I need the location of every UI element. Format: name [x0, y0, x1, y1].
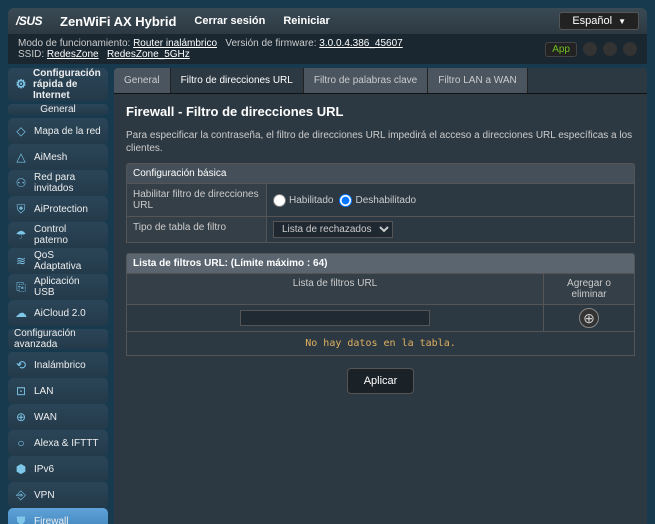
brand-logo: /SUS: [16, 14, 42, 28]
nav-icon: ☁: [14, 306, 28, 320]
nav-icon: ○: [14, 436, 28, 450]
status-icon[interactable]: [603, 42, 617, 56]
enable-radio[interactable]: Habilitado: [273, 194, 333, 207]
url-input[interactable]: [240, 310, 430, 326]
sidebar-item-vpn[interactable]: ⎆ VPN: [8, 482, 108, 508]
sidebar-item-qos-adaptativa[interactable]: ≋ QoS Adaptativa: [8, 248, 108, 274]
enable-filter-label: Habilitar filtro de direcciones URL: [127, 184, 267, 216]
ssid-link-2[interactable]: RedesZone_5GHz: [107, 49, 190, 60]
firmware-label: Versión de firmware:: [225, 38, 316, 49]
tab-general[interactable]: General: [114, 68, 171, 93]
sidebar-item-aplicaci-n-usb[interactable]: ⎘ Aplicación USB: [8, 274, 108, 300]
sidebar-item-red-para-invitados[interactable]: ⚇ Red para invitados: [8, 170, 108, 196]
ssid-label: SSID:: [18, 49, 44, 60]
page-title: Firewall - Filtro de direcciones URL: [126, 104, 635, 119]
nav-icon: ⟲: [14, 358, 28, 372]
sidebar-item-ipv6[interactable]: ⬢ IPv6: [8, 456, 108, 482]
top-bar: /SUS ZenWiFi AX Hybrid Cerrar sesión Rei…: [8, 8, 647, 34]
sidebar-item-lan[interactable]: ⊡ LAN: [8, 378, 108, 404]
sidebar-item-label: VPN: [34, 490, 55, 501]
sidebar-item-mapa-de-la-red[interactable]: ◇ Mapa de la red: [8, 118, 108, 144]
app-button[interactable]: App: [545, 42, 577, 57]
tab-bar: GeneralFiltro de direcciones URLFiltro d…: [114, 68, 647, 94]
language-selector[interactable]: Español ▼: [559, 12, 639, 30]
page-description: Para especificar la contraseña, el filtr…: [126, 129, 635, 155]
sidebar-section-advanced: Configuración avanzada: [8, 329, 108, 349]
nav-icon: ⬢: [14, 462, 28, 476]
basic-config-header: Configuración básica: [126, 163, 635, 184]
sidebar: ⚙ Configuración rápida de Internet Gener…: [8, 68, 108, 524]
chevron-down-icon: ▼: [618, 17, 626, 26]
sidebar-item-label: Firewall: [34, 516, 68, 524]
table-type-label: Tipo de tabla de filtro: [127, 217, 267, 242]
model-name: ZenWiFi AX Hybrid: [60, 14, 176, 29]
sidebar-item-firewall[interactable]: ⛊ Firewall: [8, 508, 108, 524]
sidebar-item-label: WAN: [34, 412, 57, 423]
nav-icon: ≋: [14, 254, 28, 268]
tab-filtro-lan-a-wan[interactable]: Filtro LAN a WAN: [428, 68, 528, 93]
sidebar-item-label: AiMesh: [34, 152, 67, 163]
disable-radio[interactable]: Deshabilitado: [339, 194, 416, 207]
status-icon[interactable]: [623, 42, 637, 56]
mode-label: Modo de funcionamiento:: [18, 38, 130, 49]
info-bar: Modo de funcionamiento: Router inalámbri…: [8, 34, 647, 64]
sidebar-item-aimesh[interactable]: △ AiMesh: [8, 144, 108, 170]
sidebar-item-label: Inalámbrico: [34, 360, 86, 371]
table-type-select[interactable]: Lista de rechazados: [273, 221, 393, 238]
sidebar-item-label: IPv6: [34, 464, 54, 475]
nav-icon: ⚇: [14, 176, 28, 190]
nav-icon: ⎆: [14, 488, 28, 502]
empty-message: No hay datos en la tabla.: [126, 332, 635, 356]
sidebar-item-label: Aplicación USB: [34, 276, 102, 298]
sidebar-item-label: Mapa de la red: [34, 126, 101, 137]
nav-icon: ☂: [14, 228, 28, 242]
sidebar-item-aiprotection[interactable]: ⛨ AiProtection: [8, 196, 108, 222]
column-url: Lista de filtros URL: [127, 274, 544, 304]
nav-icon: ◇: [14, 124, 28, 138]
nav-icon: ⛊: [14, 514, 28, 524]
sidebar-item-label: Red para invitados: [34, 172, 102, 194]
sidebar-item-alexa-ifttt[interactable]: ○ Alexa & IFTTT: [8, 430, 108, 456]
sidebar-item-label: Control paterno: [34, 224, 102, 246]
nav-icon: ⊡: [14, 384, 28, 398]
sidebar-item-label: QoS Adaptativa: [34, 250, 102, 272]
sidebar-item-aicloud-2-0[interactable]: ☁ AiCloud 2.0: [8, 300, 108, 326]
apply-button[interactable]: Aplicar: [347, 368, 415, 394]
sidebar-quick-setup[interactable]: ⚙ Configuración rápida de Internet: [8, 68, 108, 101]
url-list-header: Lista de filtros URL: (Límite máximo : 6…: [126, 253, 635, 274]
reboot-button[interactable]: Reiniciar: [283, 15, 329, 27]
language-label: Español: [572, 15, 612, 27]
sidebar-item-label: LAN: [34, 386, 53, 397]
logout-button[interactable]: Cerrar sesión: [194, 15, 265, 27]
nav-icon: ⎘: [14, 280, 28, 294]
content-area: GeneralFiltro de direcciones URLFiltro d…: [114, 68, 647, 524]
sidebar-section-general: General: [8, 104, 108, 115]
firmware-link[interactable]: 3.0.0.4.386_45607: [319, 38, 402, 49]
sidebar-item-control-paterno[interactable]: ☂ Control paterno: [8, 222, 108, 248]
sidebar-item-label: Alexa & IFTTT: [34, 438, 98, 449]
gear-icon: ⚙: [14, 78, 28, 92]
nav-icon: ⊕: [14, 410, 28, 424]
nav-icon: ⛨: [14, 202, 28, 216]
mode-link[interactable]: Router inalámbrico: [133, 38, 217, 49]
nav-icon: △: [14, 150, 28, 164]
sidebar-item-label: Configuración rápida de Internet: [33, 68, 102, 101]
sidebar-item-inal-mbrico[interactable]: ⟲ Inalámbrico: [8, 352, 108, 378]
column-add: Agregar o eliminar: [544, 274, 634, 304]
plus-icon: ⊕: [583, 310, 595, 327]
sidebar-item-label: AiProtection: [34, 204, 88, 215]
tab-filtro-de-palabras-clave[interactable]: Filtro de palabras clave: [304, 68, 428, 93]
sidebar-item-wan[interactable]: ⊕ WAN: [8, 404, 108, 430]
sidebar-item-label: AiCloud 2.0: [34, 308, 86, 319]
tab-filtro-de-direcciones-url[interactable]: Filtro de direcciones URL: [171, 68, 304, 93]
ssid-link-1[interactable]: RedesZone: [47, 49, 99, 60]
status-icon[interactable]: [583, 42, 597, 56]
add-button[interactable]: ⊕: [579, 308, 599, 328]
